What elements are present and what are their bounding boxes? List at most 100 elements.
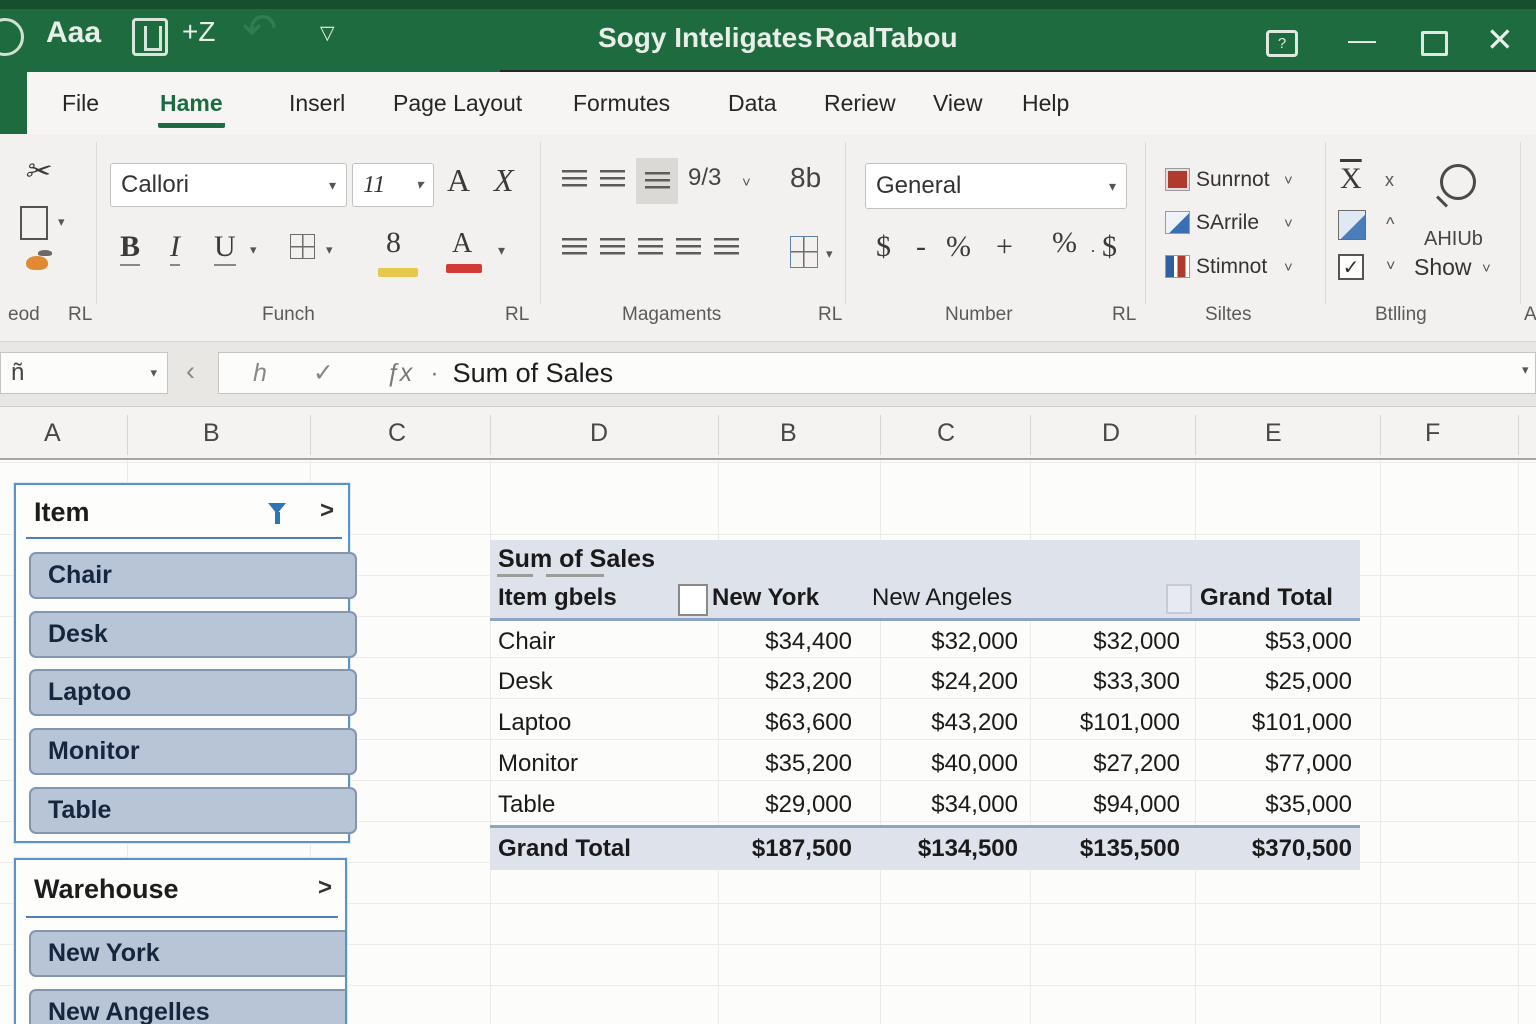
- slicer-item-desk[interactable]: Desk: [29, 611, 357, 658]
- align-top-icon[interactable]: [562, 170, 587, 187]
- pivot-title-cell[interactable]: Sum of Sales: [490, 545, 700, 574]
- dialog-launcher[interactable]: RL: [505, 304, 529, 326]
- filter-icon[interactable]: [268, 503, 286, 524]
- cut-icon[interactable]: ✂: [24, 154, 49, 189]
- sort-icon[interactable]: ^: [1386, 214, 1394, 235]
- spreadsheet-cell[interactable]: $33,300: [1026, 668, 1188, 696]
- wrap-text-icon[interactable]: 8b: [790, 162, 821, 194]
- col-header-new-york[interactable]: New York: [700, 584, 860, 612]
- show-button[interactable]: Show: [1414, 254, 1472, 281]
- save-icon[interactable]: [132, 18, 168, 56]
- tab-review[interactable]: Reriew: [822, 90, 898, 117]
- name-box[interactable]: ñ ▾: [0, 352, 168, 394]
- fill-color-icon[interactable]: 8: [386, 226, 401, 260]
- slicer-expand-icon[interactable]: >: [320, 497, 334, 525]
- tab-formulas[interactable]: Formutes: [571, 90, 672, 117]
- clear-icon[interactable]: x: [1385, 170, 1394, 191]
- slicer-item-new-angelles[interactable]: New Angelles: [29, 989, 345, 1024]
- slicer-item-new-york[interactable]: New York: [29, 930, 345, 977]
- font-dropdown-icon[interactable]: ▾: [498, 242, 505, 259]
- name-box-dropdown-icon[interactable]: ▾: [150, 365, 157, 381]
- checkbox-icon[interactable]: ✓: [1338, 254, 1364, 280]
- undo-icon[interactable]: ↶: [242, 4, 277, 53]
- align-right-icon[interactable]: [638, 238, 663, 255]
- percent-style-button[interactable]: %: [1052, 226, 1077, 260]
- font-color-bar[interactable]: [446, 264, 482, 273]
- fill-color-bar[interactable]: [378, 268, 418, 277]
- column-separator[interactable]: [880, 415, 881, 455]
- column-header[interactable]: C: [388, 419, 406, 448]
- spreadsheet-cell[interactable]: $135,500: [1026, 835, 1188, 863]
- italic-button[interactable]: I: [170, 230, 180, 266]
- show-dropdown-icon[interactable]: ˅: [1482, 260, 1491, 277]
- tab-insert[interactable]: Inserl: [287, 90, 347, 117]
- column-separator[interactable]: [127, 415, 128, 455]
- column-header[interactable]: B: [203, 419, 220, 448]
- tab-view[interactable]: View: [931, 90, 984, 117]
- ribbon-display-options-icon[interactable]: ?: [1266, 30, 1298, 57]
- column-separator[interactable]: [1030, 415, 1031, 455]
- insert-function-icon[interactable]: h: [253, 359, 267, 388]
- formula-bar-collapse-icon[interactable]: ‹: [186, 356, 195, 387]
- caret-down-icon[interactable]: ▾: [329, 177, 336, 194]
- underline-button[interactable]: U: [214, 230, 236, 266]
- maximize-button[interactable]: [1421, 31, 1448, 56]
- paste-icon[interactable]: [20, 206, 48, 240]
- column-header[interactable]: F: [1425, 419, 1440, 448]
- row-label[interactable]: Chair: [490, 628, 700, 656]
- spreadsheet-cell[interactable]: $134,500: [860, 835, 1026, 863]
- column-header[interactable]: A: [44, 419, 61, 448]
- row-label[interactable]: Grand Total: [490, 835, 700, 863]
- spreadsheet-cell[interactable]: $35,000: [1188, 791, 1360, 819]
- styles-button-2[interactable]: SArrile: [1196, 211, 1259, 235]
- merge-center-icon[interactable]: [790, 236, 818, 268]
- fill-icon[interactable]: [1338, 210, 1366, 240]
- dialog-launcher[interactable]: RL: [818, 304, 842, 326]
- caret-down-icon[interactable]: ▾: [416, 177, 423, 194]
- decrease-indent-icon[interactable]: [676, 238, 701, 255]
- filter-dropdown-icon[interactable]: ˅: [1386, 258, 1395, 276]
- styles-dropdown-icon[interactable]: ˅: [1284, 172, 1293, 189]
- header-filter-box[interactable]: [678, 584, 708, 616]
- formula-bar-expand-icon[interactable]: ▾: [1522, 362, 1529, 378]
- spreadsheet-cell[interactable]: $40,000: [860, 750, 1026, 778]
- column-header[interactable]: B: [780, 419, 797, 448]
- spreadsheet-cell[interactable]: $24,200: [860, 668, 1026, 696]
- col-header-new-angeles[interactable]: New Angeles: [860, 584, 1026, 612]
- align-center-icon[interactable]: [600, 238, 625, 255]
- borders-dropdown-icon[interactable]: ▾: [326, 242, 333, 258]
- number-format-combo[interactable]: General ▾: [865, 163, 1127, 209]
- shrink-font-button[interactable]: X: [494, 162, 514, 199]
- enter-icon[interactable]: ✓: [313, 358, 334, 388]
- spreadsheet-cell[interactable]: $43,200: [860, 709, 1026, 737]
- increase-decimal-button[interactable]: +: [996, 230, 1013, 264]
- spreadsheet-cell[interactable]: $370,500: [1188, 835, 1360, 863]
- close-button[interactable]: ✕: [1486, 20, 1514, 59]
- row-label[interactable]: Laptoo: [490, 709, 700, 737]
- column-separator[interactable]: [718, 415, 719, 455]
- slicer-item-monitor[interactable]: Monitor: [29, 728, 357, 775]
- spreadsheet-cell[interactable]: $35,200: [700, 750, 860, 778]
- spreadsheet-cell[interactable]: $29,000: [700, 791, 860, 819]
- spreadsheet-cell[interactable]: $32,000: [1026, 628, 1188, 656]
- formula-input[interactable]: h ✓ ƒx · Sum of Sales: [218, 352, 1536, 394]
- tab-data[interactable]: Data: [726, 90, 779, 117]
- tab-home[interactable]: Hame: [158, 90, 225, 128]
- styles-button-3[interactable]: Stimnot: [1196, 255, 1267, 279]
- find-icon[interactable]: [1435, 164, 1476, 208]
- column-separator[interactable]: [1380, 415, 1381, 455]
- font-size-combo[interactable]: 11 ▾: [352, 163, 434, 207]
- borders-icon[interactable]: [290, 234, 315, 259]
- spreadsheet-cell[interactable]: $25,000: [1188, 668, 1360, 696]
- align-bottom-selected[interactable]: [636, 158, 678, 204]
- slicer-item-laptop[interactable]: Laptoo: [29, 669, 357, 716]
- row-label[interactable]: Monitor: [490, 750, 700, 778]
- bold-button[interactable]: B: [120, 230, 141, 266]
- spreadsheet-cell[interactable]: $63,600: [700, 709, 860, 737]
- column-separator[interactable]: [1195, 415, 1196, 455]
- col-header-grand-total[interactable]: Grand Total: [1188, 584, 1360, 612]
- font-color-icon[interactable]: A: [452, 228, 472, 260]
- slicer-item-chair[interactable]: Chair: [29, 552, 357, 599]
- currency-format-button[interactable]: $: [876, 230, 891, 264]
- spreadsheet-cell[interactable]: $101,000: [1026, 709, 1188, 737]
